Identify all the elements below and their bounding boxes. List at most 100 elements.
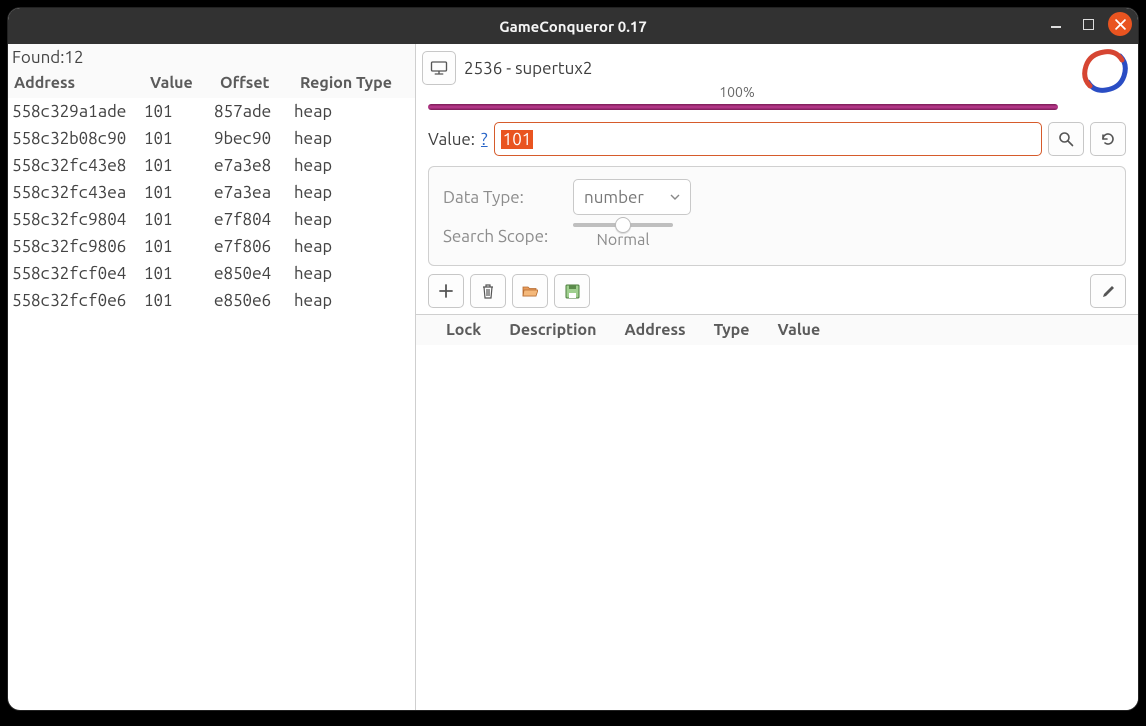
maximize-button[interactable] [1076, 12, 1100, 36]
close-icon [1115, 19, 1126, 30]
found-count: 12 [64, 48, 83, 67]
col-header-offset[interactable]: Offset [216, 72, 296, 94]
cell-offset: e7a3ea [214, 183, 294, 202]
process-row: 2536 - supertux2 [422, 48, 1132, 88]
add-cheat-button[interactable] [428, 274, 464, 308]
result-row[interactable]: 558c32fcf0e6101e850e6heap [8, 287, 415, 314]
progress-bar: 100% [428, 94, 1126, 100]
app-logo [1080, 46, 1130, 96]
save-cheat-button[interactable] [554, 274, 590, 308]
result-row[interactable]: 558c32b08c901019bec90heap [8, 125, 415, 152]
cell-value: 101 [144, 156, 214, 175]
cell-region: heap [294, 156, 404, 175]
datatype-value: number [584, 188, 644, 207]
cell-address: 558c32fc9806 [8, 237, 144, 256]
search-button[interactable] [1048, 122, 1084, 156]
col-header-value[interactable]: Value [778, 321, 821, 339]
select-process-button[interactable] [422, 51, 456, 85]
result-row[interactable]: 558c32fc43e8101e7a3e8heap [8, 152, 415, 179]
found-count-bar: Found: 12 [8, 44, 415, 70]
cell-address: 558c32b08c90 [8, 129, 144, 148]
col-header-address[interactable]: Address [10, 72, 146, 94]
cell-offset: e850e6 [214, 291, 294, 310]
cell-address: 558c32fc43ea [8, 183, 144, 202]
result-row[interactable]: 558c32fc9806101e7f806heap [8, 233, 415, 260]
process-sep: - [502, 59, 515, 78]
cell-offset: e7f804 [214, 210, 294, 229]
cell-offset: 857ade [214, 102, 294, 121]
cheat-toolbar [428, 274, 1126, 308]
window-body: Found: 12 Address Value Offset Region Ty… [8, 44, 1138, 710]
col-header-value[interactable]: Value [146, 72, 216, 94]
cell-region: heap [294, 183, 404, 202]
result-row[interactable]: 558c329a1ade101857adeheap [8, 98, 415, 125]
datatype-label: Data Type: [443, 188, 553, 207]
results-pane: Found: 12 Address Value Offset Region Ty… [8, 44, 416, 710]
col-header-address[interactable]: Address [625, 321, 686, 339]
scope-value: Normal [596, 231, 649, 249]
datatype-row: Data Type: number [443, 179, 1111, 215]
value-row: Value: ? 101 [428, 122, 1126, 156]
value-input-text: 101 [501, 130, 534, 149]
cell-region: heap [294, 102, 404, 121]
cell-region: heap [294, 210, 404, 229]
titlebar: GameConqueror 0.17 [8, 8, 1138, 44]
close-button[interactable] [1108, 12, 1132, 36]
cell-offset: 9bec90 [214, 129, 294, 148]
plus-icon [439, 284, 453, 298]
process-name: supertux2 [515, 59, 592, 78]
monitor-icon [430, 60, 448, 76]
cell-address: 558c32fc43e8 [8, 156, 144, 175]
col-header-type[interactable]: Type [714, 321, 750, 339]
progress-track [428, 104, 1058, 110]
search-icon [1058, 131, 1074, 147]
cell-value: 101 [144, 237, 214, 256]
result-row[interactable]: 558c32fc43ea101e7a3eaheap [8, 179, 415, 206]
cell-value: 101 [144, 264, 214, 283]
cheatlist-body[interactable] [416, 345, 1138, 710]
cell-region: heap [294, 264, 404, 283]
save-icon [565, 284, 580, 299]
col-header-description[interactable]: Description [509, 321, 596, 339]
cell-offset: e850e4 [214, 264, 294, 283]
cell-region: heap [294, 237, 404, 256]
found-label: Found: [12, 48, 64, 67]
result-row[interactable]: 558c32fcf0e4101e850e4heap [8, 260, 415, 287]
cell-value: 101 [144, 210, 214, 229]
scope-slider[interactable] [573, 223, 673, 227]
scope-label: Search Scope: [443, 227, 553, 246]
cell-address: 558c32fcf0e4 [8, 264, 144, 283]
results-body: 558c329a1ade101857adeheap 558c32b08c9010… [8, 98, 415, 314]
search-options-panel: Data Type: number Search Scope: Normal [428, 166, 1126, 266]
minimize-button[interactable] [1044, 12, 1068, 36]
delete-cheat-button[interactable] [470, 274, 506, 308]
reset-button[interactable] [1090, 122, 1126, 156]
value-help-link[interactable]: ? [481, 130, 488, 149]
result-row[interactable]: 558c32fc9804101e7f804heap [8, 206, 415, 233]
control-pane: 2536 - supertux2 100% Value: ? [416, 44, 1138, 710]
window-title: GameConqueror 0.17 [499, 18, 647, 35]
cell-region: heap [294, 291, 404, 310]
scope-slider-wrap: Normal [573, 223, 673, 249]
process-label: 2536 - supertux2 [464, 59, 592, 78]
value-input[interactable]: 101 [494, 122, 1042, 156]
pencil-icon [1101, 284, 1116, 299]
col-header-region[interactable]: Region Type [296, 72, 406, 94]
cell-address: 558c329a1ade [8, 102, 144, 121]
cell-offset: e7a3e8 [214, 156, 294, 175]
cell-value: 101 [144, 291, 214, 310]
chevron-down-icon [670, 194, 680, 200]
cheatlist-header: Lock Description Address Type Value [416, 314, 1138, 345]
memory-editor-button[interactable] [1090, 274, 1126, 308]
cell-value: 101 [144, 183, 214, 202]
cell-address: 558c32fc9804 [8, 210, 144, 229]
trash-icon [481, 283, 495, 299]
cell-region: heap [294, 129, 404, 148]
open-cheat-button[interactable] [512, 274, 548, 308]
cell-value: 101 [144, 129, 214, 148]
scope-row: Search Scope: Normal [443, 223, 1111, 249]
datatype-select[interactable]: number [573, 179, 691, 215]
col-header-lock[interactable]: Lock [446, 321, 481, 339]
scope-slider-thumb[interactable] [615, 217, 631, 233]
results-header: Address Value Offset Region Type [8, 70, 415, 98]
